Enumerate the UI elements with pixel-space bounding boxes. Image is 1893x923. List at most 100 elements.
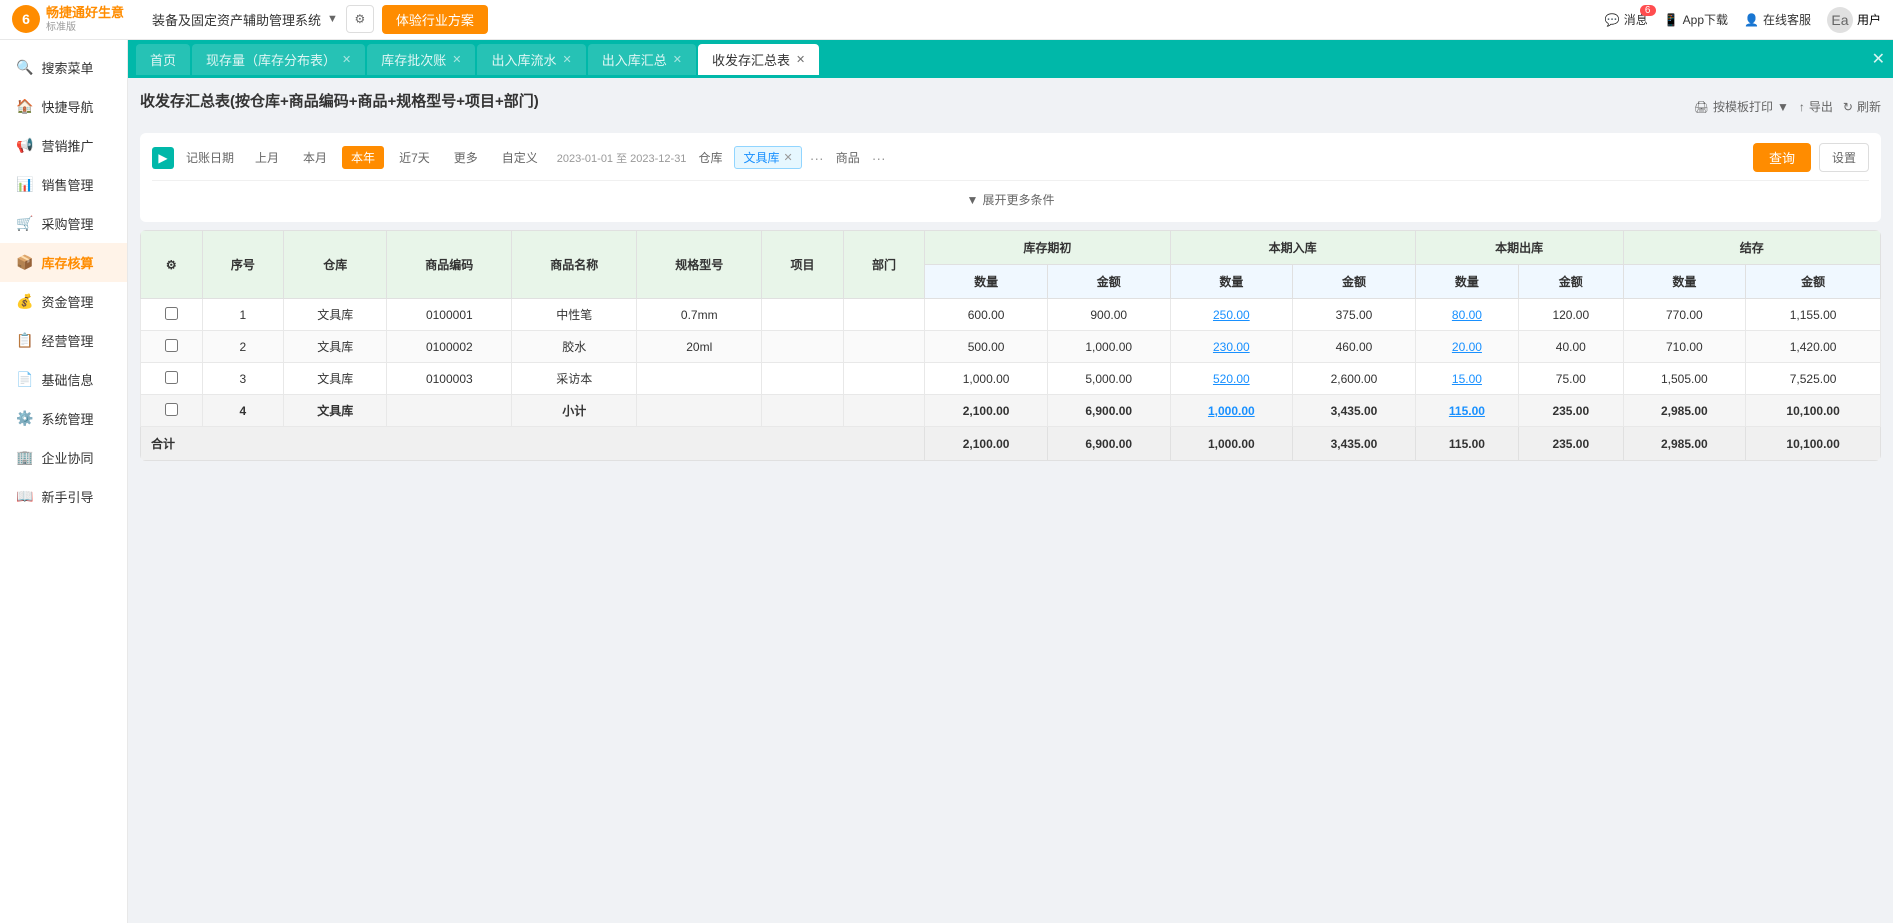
row-out-qty[interactable]: 15.00 xyxy=(1415,363,1518,395)
tab-bar-right: ✕ xyxy=(1872,49,1885,69)
row-checkbox[interactable] xyxy=(165,307,178,320)
row-checkbox[interactable] xyxy=(165,371,178,384)
sidebar-item-guide[interactable]: 📖 新手引导 xyxy=(0,477,127,516)
row-bal-qty: 770.00 xyxy=(1623,299,1746,331)
sidebar-item-basic-info[interactable]: 📄 基础信息 xyxy=(0,360,127,399)
footer-row: 合计 2,100.00 6,900.00 1,000.00 3,435.00 1… xyxy=(141,427,1881,461)
col-balance-header: 结存 xyxy=(1623,231,1880,265)
tab-close-inventory-dist[interactable]: ✕ xyxy=(342,53,351,66)
close-all-button[interactable]: ✕ xyxy=(1872,51,1885,68)
sidebar-label-quick-nav: 快捷导航 xyxy=(41,97,93,116)
warehouse-tag-close[interactable]: ✕ xyxy=(783,151,792,164)
date-btn-custom[interactable]: 自定义 xyxy=(493,146,547,169)
data-table: ⚙ 序号 仓库 商品编码 商品名称 规格型号 项目 部门 库存期初 本期入库 本… xyxy=(140,230,1881,461)
sidebar-item-inventory[interactable]: 📦 库存核算 xyxy=(0,243,127,282)
warehouse-tag[interactable]: 文具库 ✕ xyxy=(734,146,801,169)
tab-inout-summary[interactable]: 出入库汇总 ✕ xyxy=(588,44,696,75)
row-checkbox[interactable] xyxy=(141,331,203,363)
sidebar-label-purchase: 采购管理 xyxy=(41,214,93,233)
row-spec: 20ml xyxy=(637,331,762,363)
tab-batch-ledger[interactable]: 库存批次账 ✕ xyxy=(367,44,475,75)
sidebar-label-guide: 新手引导 xyxy=(41,487,93,506)
sidebar-item-quick-nav[interactable]: 🏠 快捷导航 xyxy=(0,87,127,126)
row-project xyxy=(762,331,844,363)
row-in-qty[interactable]: 1,000.00 xyxy=(1170,395,1293,427)
tab-inout-flow[interactable]: 出入库流水 ✕ xyxy=(477,44,585,75)
filter-section: ▶ 记账日期 上月 本月 本年 近7天 更多 自定义 2023-01-01 至 … xyxy=(140,133,1881,222)
tab-inventory-dist[interactable]: 现存量（库存分布表） ✕ xyxy=(192,44,365,75)
row-open-qty: 500.00 xyxy=(925,331,1048,363)
query-button[interactable]: 查询 xyxy=(1753,143,1811,172)
col-out-amt-header: 金额 xyxy=(1519,265,1623,299)
date-options: 上月 本月 本年 近7天 更多 自定义 2023-01-01 至 2023-12… xyxy=(246,146,686,169)
export-button[interactable]: ↑ 导出 xyxy=(1799,98,1833,115)
footer-bal-qty: 2,985.00 xyxy=(1623,427,1746,461)
date-btn-more[interactable]: 更多 xyxy=(445,146,487,169)
row-in-qty[interactable]: 230.00 xyxy=(1170,331,1293,363)
row-bal-qty: 1,505.00 xyxy=(1623,363,1746,395)
filter-row-1: ▶ 记账日期 上月 本月 本年 近7天 更多 自定义 2023-01-01 至 … xyxy=(152,143,1869,172)
refresh-icon: ↻ xyxy=(1843,100,1853,114)
user-area[interactable]: Ea 用户 xyxy=(1827,7,1881,33)
settings-button[interactable]: 设置 xyxy=(1819,143,1869,172)
export-icon: ↑ xyxy=(1799,100,1805,114)
row-checkbox[interactable] xyxy=(141,299,203,331)
sidebar-label-operations: 经营管理 xyxy=(41,331,93,350)
row-checkbox[interactable] xyxy=(141,395,203,427)
table-row: 3文具库0100003采访本1,000.005,000.00520.002,60… xyxy=(141,363,1881,395)
row-out-qty[interactable]: 20.00 xyxy=(1415,331,1518,363)
row-out-qty[interactable]: 80.00 xyxy=(1415,299,1518,331)
tab-recv-send-summary[interactable]: 收发存汇总表 ✕ xyxy=(698,44,819,75)
tab-inout-summary-label: 出入库汇总 xyxy=(602,50,667,69)
row-checkbox[interactable] xyxy=(141,363,203,395)
system-dropdown-icon[interactable]: ▼ xyxy=(327,13,338,25)
row-checkbox[interactable] xyxy=(165,403,178,416)
col-out-header: 本期出库 xyxy=(1415,231,1623,265)
online-service-action[interactable]: 👤 在线客服 xyxy=(1744,11,1811,28)
row-no: 4 xyxy=(202,395,284,427)
message-action[interactable]: 💬 消息 6 xyxy=(1605,11,1648,28)
row-spec: 0.7mm xyxy=(637,299,762,331)
tab-close-inout-summary[interactable]: ✕ xyxy=(673,53,682,66)
sidebar-item-finance[interactable]: 💰 资金管理 xyxy=(0,282,127,321)
date-btn-7days[interactable]: 近7天 xyxy=(390,146,439,169)
col-settings-header[interactable]: ⚙ xyxy=(141,231,203,299)
date-btn-last-month[interactable]: 上月 xyxy=(246,146,288,169)
tab-close-recv-send-summary[interactable]: ✕ xyxy=(796,53,805,66)
footer-out-qty: 115.00 xyxy=(1415,427,1518,461)
warehouse-more-icon[interactable]: ··· xyxy=(810,150,824,166)
tab-close-batch-ledger[interactable]: ✕ xyxy=(452,53,461,66)
tab-close-inout-flow[interactable]: ✕ xyxy=(563,53,572,66)
tab-home-label: 首页 xyxy=(150,50,176,69)
sidebar-item-search[interactable]: 🔍 搜索菜单 xyxy=(0,48,127,87)
col-warehouse-header: 仓库 xyxy=(284,231,387,299)
inventory-icon: 📦 xyxy=(16,254,33,271)
row-in-qty[interactable]: 520.00 xyxy=(1170,363,1293,395)
sidebar-item-operations[interactable]: 📋 经营管理 xyxy=(0,321,127,360)
filter-toggle[interactable]: ▶ xyxy=(152,147,174,169)
col-code-header: 商品编码 xyxy=(387,231,512,299)
row-in-qty[interactable]: 250.00 xyxy=(1170,299,1293,331)
product-more-icon[interactable]: ··· xyxy=(872,150,886,166)
col-in-qty-header: 数量 xyxy=(1170,265,1293,299)
sidebar-item-marketing[interactable]: 📢 营销推广 xyxy=(0,126,127,165)
print-dropdown-icon: ▼ xyxy=(1777,100,1789,114)
row-code: 0100002 xyxy=(387,331,512,363)
expand-conditions-button[interactable]: ▼ 展开更多条件 xyxy=(955,187,1067,212)
sidebar-item-purchase[interactable]: 🛒 采购管理 xyxy=(0,204,127,243)
sidebar-item-sales[interactable]: 📊 销售管理 xyxy=(0,165,127,204)
date-btn-this-month[interactable]: 本月 xyxy=(294,146,336,169)
print-button[interactable]: 🖨 按模板打印 ▼ xyxy=(1694,98,1789,115)
sidebar-item-system[interactable]: ⚙️ 系统管理 xyxy=(0,399,127,438)
refresh-button[interactable]: ↻ 刷新 xyxy=(1843,98,1881,115)
date-btn-this-year[interactable]: 本年 xyxy=(342,146,384,169)
trial-button[interactable]: 体验行业方案 xyxy=(382,5,488,34)
enterprise-icon: 🏢 xyxy=(16,449,33,466)
gear-button[interactable]: ⚙ xyxy=(346,5,374,33)
row-checkbox[interactable] xyxy=(165,339,178,352)
app-download-action[interactable]: 📱 App下载 xyxy=(1664,11,1728,28)
row-out-qty[interactable]: 115.00 xyxy=(1415,395,1518,427)
tab-home[interactable]: 首页 xyxy=(136,44,190,75)
header-right: 💬 消息 6 📱 App下载 👤 在线客服 Ea 用户 xyxy=(1605,7,1881,33)
sidebar-item-enterprise[interactable]: 🏢 企业协同 xyxy=(0,438,127,477)
